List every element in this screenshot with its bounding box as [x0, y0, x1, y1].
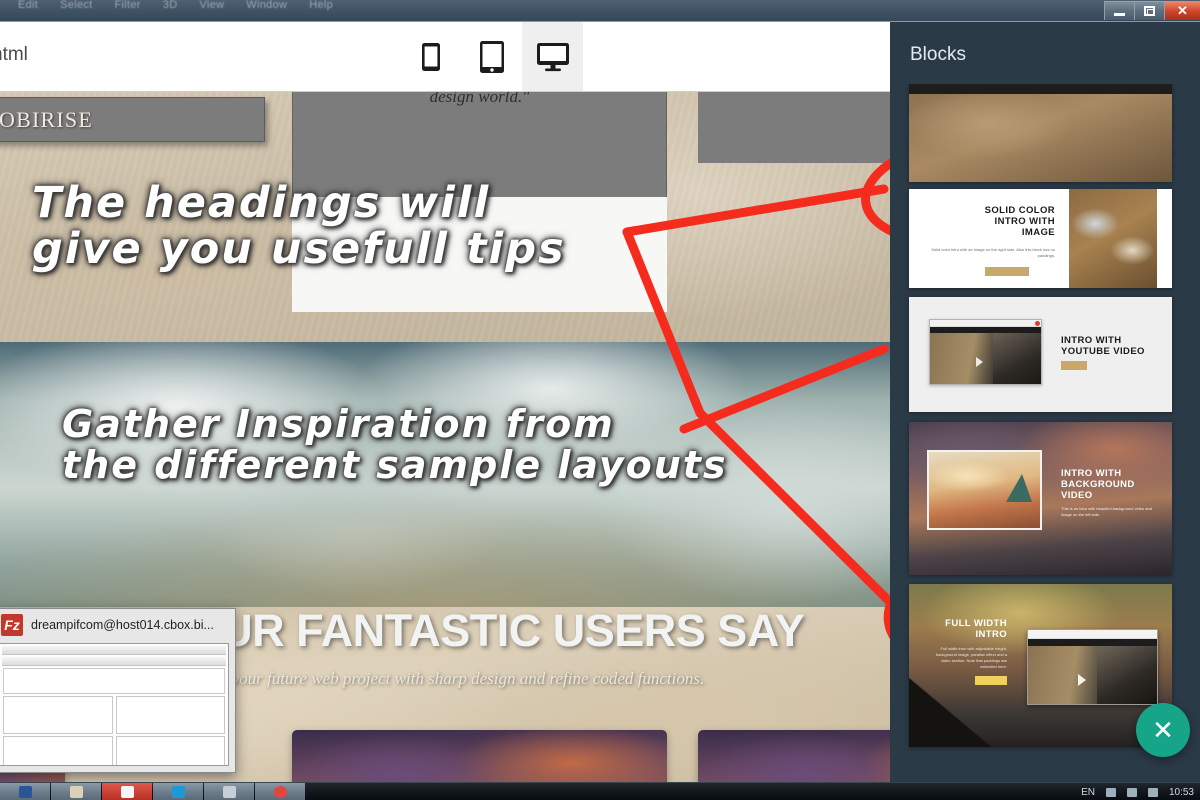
block-label: INTRO WITH BACKGROUND VIDEO	[1061, 468, 1166, 502]
menu-item-3d[interactable]: 3D	[163, 0, 178, 11]
block-label-line-three: IMAGE	[1021, 227, 1055, 239]
block-preview-image	[909, 84, 1172, 182]
gallery-image[interactable]	[292, 730, 667, 782]
taskbar-item-opera[interactable]	[255, 782, 305, 800]
menu-item-edit[interactable]: Edit	[18, 0, 38, 11]
block-thumbnail-partial[interactable]	[909, 84, 1172, 182]
device-tablet-button[interactable]	[461, 22, 522, 91]
gallery-image[interactable]	[698, 730, 890, 782]
blocks-list[interactable]: SOLID COLOR INTRO WITH IMAGE Solid color…	[890, 84, 1200, 772]
menu-bar[interactable]: Edit Select Filter 3D View Window Help	[0, 0, 333, 16]
mountain-icon	[1006, 474, 1032, 502]
filezilla-window-thumbnail	[0, 643, 229, 766]
window-controls[interactable]: ✕	[1104, 1, 1200, 20]
block-label: FULL WIDTH INTRO	[929, 618, 1007, 640]
block-description: Full width intro with adjustable height,…	[935, 646, 1007, 669]
block-label-line-two: BACKGROUND	[1061, 479, 1135, 491]
testimonial-quote: design world."	[429, 92, 530, 106]
restore-button[interactable]	[1134, 1, 1164, 20]
menu-item-window[interactable]: Window	[246, 0, 287, 11]
annotation-tip-two: Gather Inspiration from the different sa…	[62, 402, 728, 488]
device-desktop-button[interactable]	[522, 22, 583, 91]
menu-item-filter[interactable]: Filter	[115, 0, 141, 11]
block-preview-cta-button	[975, 676, 1007, 685]
filezilla-taskbar-preview[interactable]: Fz dreampifcom@host014.cbox.bi...	[0, 608, 236, 773]
filezilla-window-title: dreampifcom@host014.cbox.bi...	[31, 618, 214, 632]
annotation-tip-two-line-two: the different sample layouts	[62, 443, 728, 488]
block-label-line-one: SOLID COLOR	[984, 205, 1055, 216]
block-label-line-two: INTRO	[975, 629, 1007, 641]
tablet-icon	[479, 40, 504, 73]
restore-icon	[1144, 6, 1155, 16]
editor-toolbar: html	[0, 22, 890, 92]
taskbar-item-word[interactable]	[0, 782, 50, 800]
filezilla-preview-header: Fz dreampifcom@host014.cbox.bi...	[0, 609, 235, 641]
tray-clock[interactable]: 10:53	[1169, 787, 1194, 798]
block-preview-navbar	[909, 84, 1172, 94]
block-label-line-two: YOUTUBE VIDEO	[1061, 346, 1145, 358]
site-brand-logo: OBIRISE	[0, 106, 93, 132]
blocks-panel-title: Blocks	[910, 44, 966, 65]
block-item-intro-with-youtube-video[interactable]: INTRO WITH YOUTUBE VIDEO	[909, 297, 1172, 412]
minimize-button[interactable]	[1104, 1, 1134, 20]
annotation-tip-two-line-one: Gather Inspiration from	[62, 402, 615, 446]
taskbar-items[interactable]	[0, 782, 306, 800]
desktop-icon	[536, 42, 569, 71]
block-description: This is an intro with beautiful backgrou…	[1061, 506, 1152, 517]
block-item-solid-color-intro-with-image[interactable]: SOLID COLOR INTRO WITH IMAGE Solid color…	[909, 189, 1172, 288]
volume-icon[interactable]	[1126, 787, 1137, 797]
system-tray[interactable]: EN 10:53	[1081, 783, 1194, 800]
battery-icon[interactable]	[1147, 787, 1158, 797]
block-label-line-three: VIDEO	[1061, 490, 1093, 502]
tray-language[interactable]: EN	[1081, 787, 1095, 798]
taskbar-item-notepad[interactable]	[204, 782, 254, 800]
device-preview-switcher[interactable]	[400, 22, 583, 91]
block-label: SOLID COLOR INTRO WITH IMAGE	[923, 205, 1055, 239]
play-icon	[976, 357, 983, 367]
minimize-icon	[1114, 12, 1125, 16]
browser-mockup	[1027, 629, 1158, 705]
testimonial-card-right[interactable]	[698, 92, 890, 163]
network-icon[interactable]	[1105, 787, 1116, 797]
close-button[interactable]: ✕	[1164, 1, 1200, 20]
block-description: Solid color intro with an image on the r…	[931, 247, 1055, 258]
annotation-tip-one: The headings will give you usefull tips	[32, 180, 566, 273]
taskbar-item-photoshop[interactable]	[153, 782, 203, 800]
browser-mockup	[929, 319, 1042, 385]
block-preview-inset-image	[927, 450, 1042, 530]
block-preview-cta-button	[1061, 361, 1087, 370]
filezilla-icon: Fz	[1, 614, 23, 636]
device-mobile-button[interactable]	[400, 22, 461, 91]
close-blocks-panel-button[interactable]: ✕	[1136, 703, 1190, 757]
menu-item-select[interactable]: Select	[60, 0, 92, 11]
block-item-intro-with-background-video[interactable]: INTRO WITH BACKGROUND VIDEO This is an i…	[909, 422, 1172, 575]
annotation-tip-one-line-one: The headings will	[32, 178, 491, 228]
block-label-line-two: INTRO WITH	[994, 216, 1055, 228]
block-preview-image	[1069, 189, 1157, 288]
block-preview-edge	[1157, 189, 1172, 288]
play-icon	[1078, 674, 1086, 686]
block-preview-cta-button	[985, 267, 1029, 276]
mobile-icon	[421, 42, 440, 71]
project-filename: html	[0, 44, 28, 65]
block-label-line-one: FULL WIDTH	[945, 618, 1007, 629]
block-label: INTRO WITH YOUTUBE VIDEO	[1061, 335, 1171, 357]
window-title-bar: Edit Select Filter 3D View Window Help ✕	[0, 0, 1200, 22]
annotation-tip-one-line-two: give you usefull tips	[32, 224, 566, 275]
site-navbar[interactable]: OBIRISE	[0, 97, 265, 142]
block-item-full-width-intro[interactable]: FULL WIDTH INTRO Full width intro with a…	[909, 584, 1172, 747]
block-preview-foreground	[909, 677, 1029, 747]
menu-item-view[interactable]: View	[199, 0, 224, 11]
menu-item-help[interactable]: Help	[309, 0, 333, 11]
blocks-panel[interactable]: Blocks SOLID COLOR INTRO WITH IMAGE Soli…	[890, 22, 1200, 782]
block-label-line-one: INTRO WITH	[1061, 468, 1122, 479]
block-label-line-one: INTRO WITH	[1061, 335, 1122, 346]
taskbar-item-filezilla[interactable]	[102, 782, 152, 800]
taskbar-item-explorer[interactable]	[51, 782, 101, 800]
record-dot-icon	[1035, 321, 1040, 326]
windows-taskbar[interactable]: EN 10:53	[0, 782, 1200, 800]
